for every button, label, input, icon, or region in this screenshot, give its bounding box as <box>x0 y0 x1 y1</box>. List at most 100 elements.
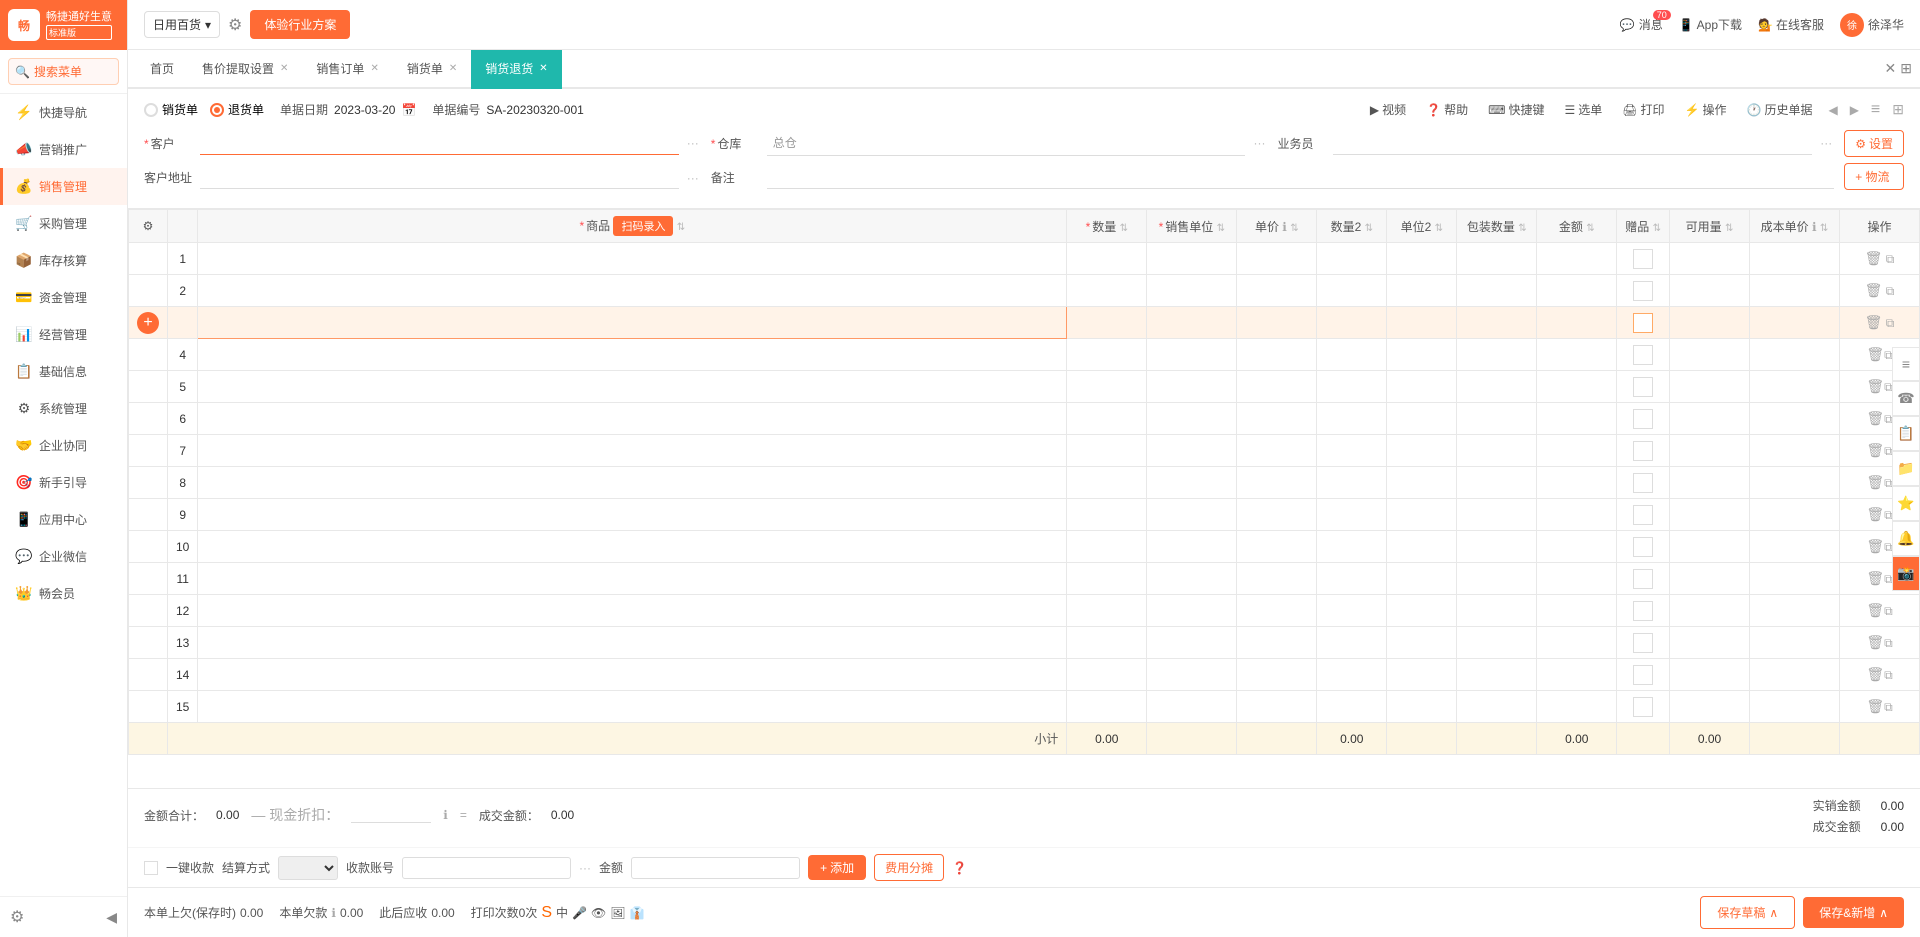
view-list-icon[interactable]: ≡ <box>1871 101 1880 119</box>
history-prev-icon[interactable]: ◀ <box>1828 103 1837 117</box>
operate-btn[interactable]: ⚡ 操作 <box>1681 99 1731 120</box>
sidebar-item-marketing[interactable]: 📣 营销推广 <box>0 131 127 168</box>
sidebar-item-wechat[interactable]: 💬 企业微信 <box>0 538 127 575</box>
view-grid-icon[interactable]: ⊞ <box>1892 101 1904 118</box>
row-price-2[interactable] <box>1237 275 1317 307</box>
tab-close-delivery[interactable]: ✕ <box>449 63 457 74</box>
search-menu-button[interactable]: 🔍 搜索菜单 <box>8 58 119 85</box>
settings-side-button[interactable]: ⚙ 设置 <box>1844 130 1904 157</box>
sidebar-search-area[interactable]: 🔍 搜索菜单 <box>0 50 127 94</box>
qty2-sort-icon[interactable]: ⇅ <box>1365 223 1373 234</box>
account-select-icon[interactable]: ··· <box>579 861 591 875</box>
tab-sales-order[interactable]: 销售订单 ✕ <box>302 50 392 89</box>
delete-row-14[interactable]: 🗑 <box>1866 666 1884 682</box>
app-download-button[interactable]: 📱 App下载 <box>1679 16 1742 33</box>
save-draft-button[interactable]: 保存草稿 ∧ <box>1700 896 1795 929</box>
sidebar-item-basics[interactable]: 📋 基础信息 <box>0 353 127 390</box>
payment-amount-input[interactable] <box>631 857 800 879</box>
sidebar-item-quick-nav[interactable]: ⚡ 快捷导航 <box>0 94 127 131</box>
delete-row-13[interactable]: 🗑 <box>1866 634 1884 650</box>
tab-return[interactable]: 销货退货 ✕ <box>471 50 561 89</box>
edge-btn-1[interactable]: ≡ <box>1892 347 1920 381</box>
row-gift-3[interactable] <box>1617 307 1670 339</box>
address-input[interactable] <box>200 166 679 189</box>
edge-btn-screenshot[interactable]: 📸 <box>1892 556 1920 591</box>
delete-row-10[interactable]: 🗑 <box>1866 538 1884 554</box>
copy-row-1-icon[interactable]: ⧉ <box>1886 252 1895 266</box>
sidebar-item-appstore[interactable]: 📱 应用中心 <box>0 501 127 538</box>
row-pack-2[interactable] <box>1457 275 1537 307</box>
edge-btn-5[interactable]: ⭐ <box>1892 486 1920 521</box>
row-amount-3[interactable] <box>1537 307 1617 339</box>
radio-return[interactable]: 退货单 <box>210 101 264 118</box>
row-product-1[interactable] <box>198 243 1067 275</box>
unit2-sort-icon[interactable]: ⇅ <box>1435 223 1443 234</box>
delete-row-6[interactable]: 🗑 <box>1866 410 1884 426</box>
collapse-icon[interactable]: ◀ <box>106 909 117 926</box>
unit-sort-icon[interactable]: ⇅ <box>1217 223 1225 234</box>
delete-row-3-icon[interactable]: 🗑 <box>1865 314 1883 330</box>
row-available-1[interactable] <box>1670 243 1750 275</box>
row-unit2-2[interactable] <box>1387 275 1457 307</box>
product-input-1[interactable] <box>206 252 1058 266</box>
select-btn[interactable]: ☰ 选单 <box>1560 99 1606 120</box>
tab-close-all-icon[interactable]: ✕ <box>1885 60 1897 77</box>
radio-delivery[interactable]: 销货单 <box>144 101 198 118</box>
add-payment-button[interactable]: + 添加 <box>808 855 866 880</box>
delete-row-15[interactable]: 🗑 <box>1866 698 1884 714</box>
row-qty-1[interactable] <box>1067 243 1147 275</box>
row-qty-3[interactable] <box>1067 307 1147 339</box>
one-click-payment-checkbox[interactable] <box>144 861 158 875</box>
edge-btn-6[interactable]: 🔔 <box>1892 521 1920 556</box>
row-cost-2[interactable] <box>1750 275 1840 307</box>
copy-row-14[interactable]: ⧉ <box>1884 668 1893 682</box>
print-btn[interactable]: 🖨 打印 <box>1618 99 1668 120</box>
sidebar-item-system[interactable]: ⚙ 系统管理 <box>0 390 127 427</box>
gift-sort-icon[interactable]: ⇅ <box>1653 223 1661 234</box>
row-available-2[interactable] <box>1670 275 1750 307</box>
tab-expand-icon[interactable]: ⊞ <box>1900 60 1912 77</box>
add-row-button[interactable]: + <box>137 312 159 334</box>
calc-method-select[interactable] <box>278 856 338 880</box>
row-pack-1[interactable] <box>1457 243 1537 275</box>
delete-row-12[interactable]: 🗑 <box>1866 602 1884 618</box>
fee-split-button[interactable]: 费用分摊 <box>874 854 944 881</box>
amount-sort-icon[interactable]: ⇅ <box>1586 223 1594 234</box>
row-unit2-1[interactable] <box>1387 243 1457 275</box>
row-unit-3[interactable] <box>1147 307 1237 339</box>
row-price-3[interactable] <box>1237 307 1317 339</box>
available-sort-icon[interactable]: ⇅ <box>1725 223 1733 234</box>
delete-row-7[interactable]: 🗑 <box>1866 442 1884 458</box>
copy-row-15[interactable]: ⧉ <box>1884 700 1893 714</box>
qty-sort-icon[interactable]: ⇅ <box>1120 223 1128 234</box>
copy-row-3-icon[interactable]: ⧉ <box>1886 316 1895 330</box>
sidebar-item-finance[interactable]: 💳 资金管理 <box>0 279 127 316</box>
cost-sort-icon[interactable]: ⇅ <box>1820 223 1828 234</box>
row-qty2-2[interactable] <box>1317 275 1387 307</box>
tab-delivery[interactable]: 销货单 ✕ <box>393 50 471 89</box>
row-cost-3[interactable] <box>1750 307 1840 339</box>
topbar-gear-icon[interactable]: ⚙ <box>228 15 242 35</box>
monthly-overdue-circle[interactable]: ℹ <box>331 906 336 920</box>
sidebar-item-purchase[interactable]: 🛒 采购管理 <box>0 205 127 242</box>
calendar-icon[interactable]: 📅 <box>401 103 416 117</box>
sidebar-item-sales[interactable]: 💰 销售管理 <box>0 168 127 205</box>
row-unit-1[interactable] <box>1147 243 1237 275</box>
delete-row-8[interactable]: 🗑 <box>1866 474 1884 490</box>
history-btn[interactable]: 🕐 历史单据 <box>1742 99 1816 120</box>
row-gift-1[interactable] <box>1617 243 1670 275</box>
messages-button[interactable]: 💬 消息 70 <box>1620 16 1663 33</box>
help-btn[interactable]: ❓ 帮助 <box>1422 99 1472 120</box>
row-cost-1[interactable] <box>1750 243 1840 275</box>
delete-row-5[interactable]: 🗑 <box>1866 378 1884 394</box>
shortcut-btn[interactable]: ⌨ 快捷键 <box>1484 99 1548 120</box>
salesperson-input[interactable] <box>1333 132 1812 155</box>
row-amount-2[interactable] <box>1537 275 1617 307</box>
history-next-icon[interactable]: ▶ <box>1850 103 1859 117</box>
price-sort-icon[interactable]: ⇅ <box>1290 223 1298 234</box>
sidebar-item-operations[interactable]: 📊 经营管理 <box>0 316 127 353</box>
table-settings-icon[interactable]: ⚙ <box>143 219 154 233</box>
delete-row-9[interactable]: 🗑 <box>1866 506 1884 522</box>
industry-select[interactable]: 日用百货 ▾ <box>144 11 220 38</box>
account-input[interactable] <box>402 857 571 879</box>
